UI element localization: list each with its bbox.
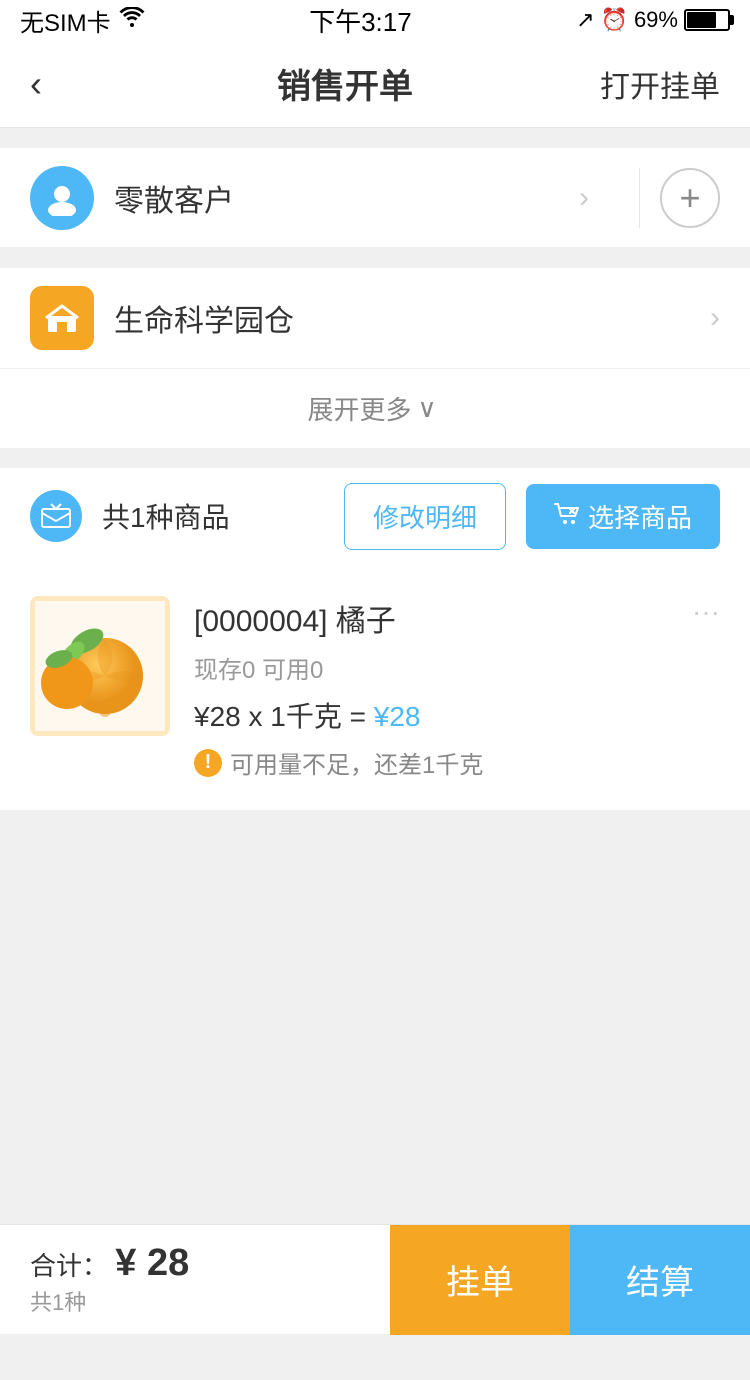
location-icon: ↗ xyxy=(576,7,594,33)
expand-more-button[interactable]: 展开更多 ∨ xyxy=(0,368,750,448)
product-warning: ! 可用量不足，还差1千克 xyxy=(194,745,668,780)
warehouse-arrow-icon: › xyxy=(710,301,720,335)
expand-chevron-icon: ∨ xyxy=(417,393,436,424)
products-section: 共1种商品 修改明细 选择商品 xyxy=(0,468,750,810)
product-stock: 现存0 可用0 xyxy=(194,650,668,685)
status-time: 下午3:17 xyxy=(309,2,412,39)
checkout-button[interactable]: 结算 xyxy=(570,1225,750,1335)
price-total: ¥28 xyxy=(374,701,421,732)
status-right: ↗ ⏰ 69% xyxy=(576,7,730,33)
select-product-label: 选择商品 xyxy=(588,498,692,535)
expand-label: 展开更多 xyxy=(307,390,411,427)
back-button[interactable]: ‹ xyxy=(30,63,90,105)
select-product-button[interactable]: 选择商品 xyxy=(526,484,720,549)
product-name: 橘子 xyxy=(336,605,396,638)
products-count: 共1种商品 xyxy=(102,496,324,536)
customer-section: 零散客户 › + xyxy=(0,148,750,248)
nav-bar: ‹ 销售开单 打开挂单 xyxy=(0,40,750,128)
warehouse-icon xyxy=(30,286,94,350)
customer-divider xyxy=(639,168,640,228)
gap-2 xyxy=(0,248,750,268)
total-label: 合计： xyxy=(30,1251,108,1281)
edit-detail-button[interactable]: 修改明细 xyxy=(344,483,506,550)
products-header: 共1种商品 修改明细 选择商品 xyxy=(0,468,750,564)
open-hang-button[interactable]: 打开挂单 xyxy=(600,62,720,106)
product-code: [0000004] xyxy=(194,605,336,638)
warning-text: 可用量不足，还差1千克 xyxy=(230,745,483,780)
gap-1 xyxy=(0,128,750,148)
status-bar: 无SIM卡 下午3:17 ↗ ⏰ 69% xyxy=(0,0,750,40)
cart-icon xyxy=(554,501,580,532)
carrier-text: 无SIM卡 xyxy=(20,3,111,38)
customer-arrow-icon: › xyxy=(579,181,589,215)
products-icon xyxy=(30,490,82,542)
gap-3 xyxy=(0,448,750,468)
product-more-button[interactable]: ··· xyxy=(692,596,720,628)
product-info: [0000004] 橘子 现存0 可用0 ¥28 x 1千克 = ¥28 ! 可… xyxy=(194,596,668,780)
battery-percent: 69% xyxy=(634,7,678,33)
product-image xyxy=(30,596,170,736)
empty-area xyxy=(0,810,750,1270)
status-left: 无SIM卡 xyxy=(20,3,145,38)
warehouse-row[interactable]: 生命科学园仓 › xyxy=(0,268,750,368)
customer-avatar xyxy=(30,166,94,230)
footer: 合计： ¥ 28 共1种 挂单 结算 xyxy=(0,1224,750,1334)
alarm-icon: ⏰ xyxy=(601,7,628,33)
warning-icon: ! xyxy=(194,749,222,777)
total-row: 合计： ¥ 28 xyxy=(30,1242,360,1285)
battery-icon xyxy=(684,9,730,31)
wifi-icon xyxy=(119,6,145,34)
footer-total: 合计： ¥ 28 共1种 xyxy=(0,1242,390,1317)
price-formula: ¥28 x 1千克 = xyxy=(194,701,374,732)
page-title: 销售开单 xyxy=(277,59,413,108)
hang-button[interactable]: 挂单 xyxy=(390,1225,570,1335)
product-title: [0000004] 橘子 xyxy=(194,596,668,640)
customer-name: 零散客户 xyxy=(114,176,579,220)
warehouse-name: 生命科学园仓 xyxy=(114,296,710,340)
add-customer-button[interactable]: + xyxy=(660,168,720,228)
total-sub: 共1种 xyxy=(30,1285,360,1317)
warehouse-section: 生命科学园仓 › 展开更多 ∨ xyxy=(0,268,750,448)
product-price: ¥28 x 1千克 = ¥28 xyxy=(194,695,668,735)
customer-row[interactable]: 零散客户 › + xyxy=(0,148,750,248)
total-amount: ¥ 28 xyxy=(115,1242,189,1284)
product-item: [0000004] 橘子 现存0 可用0 ¥28 x 1千克 = ¥28 ! 可… xyxy=(0,566,750,810)
